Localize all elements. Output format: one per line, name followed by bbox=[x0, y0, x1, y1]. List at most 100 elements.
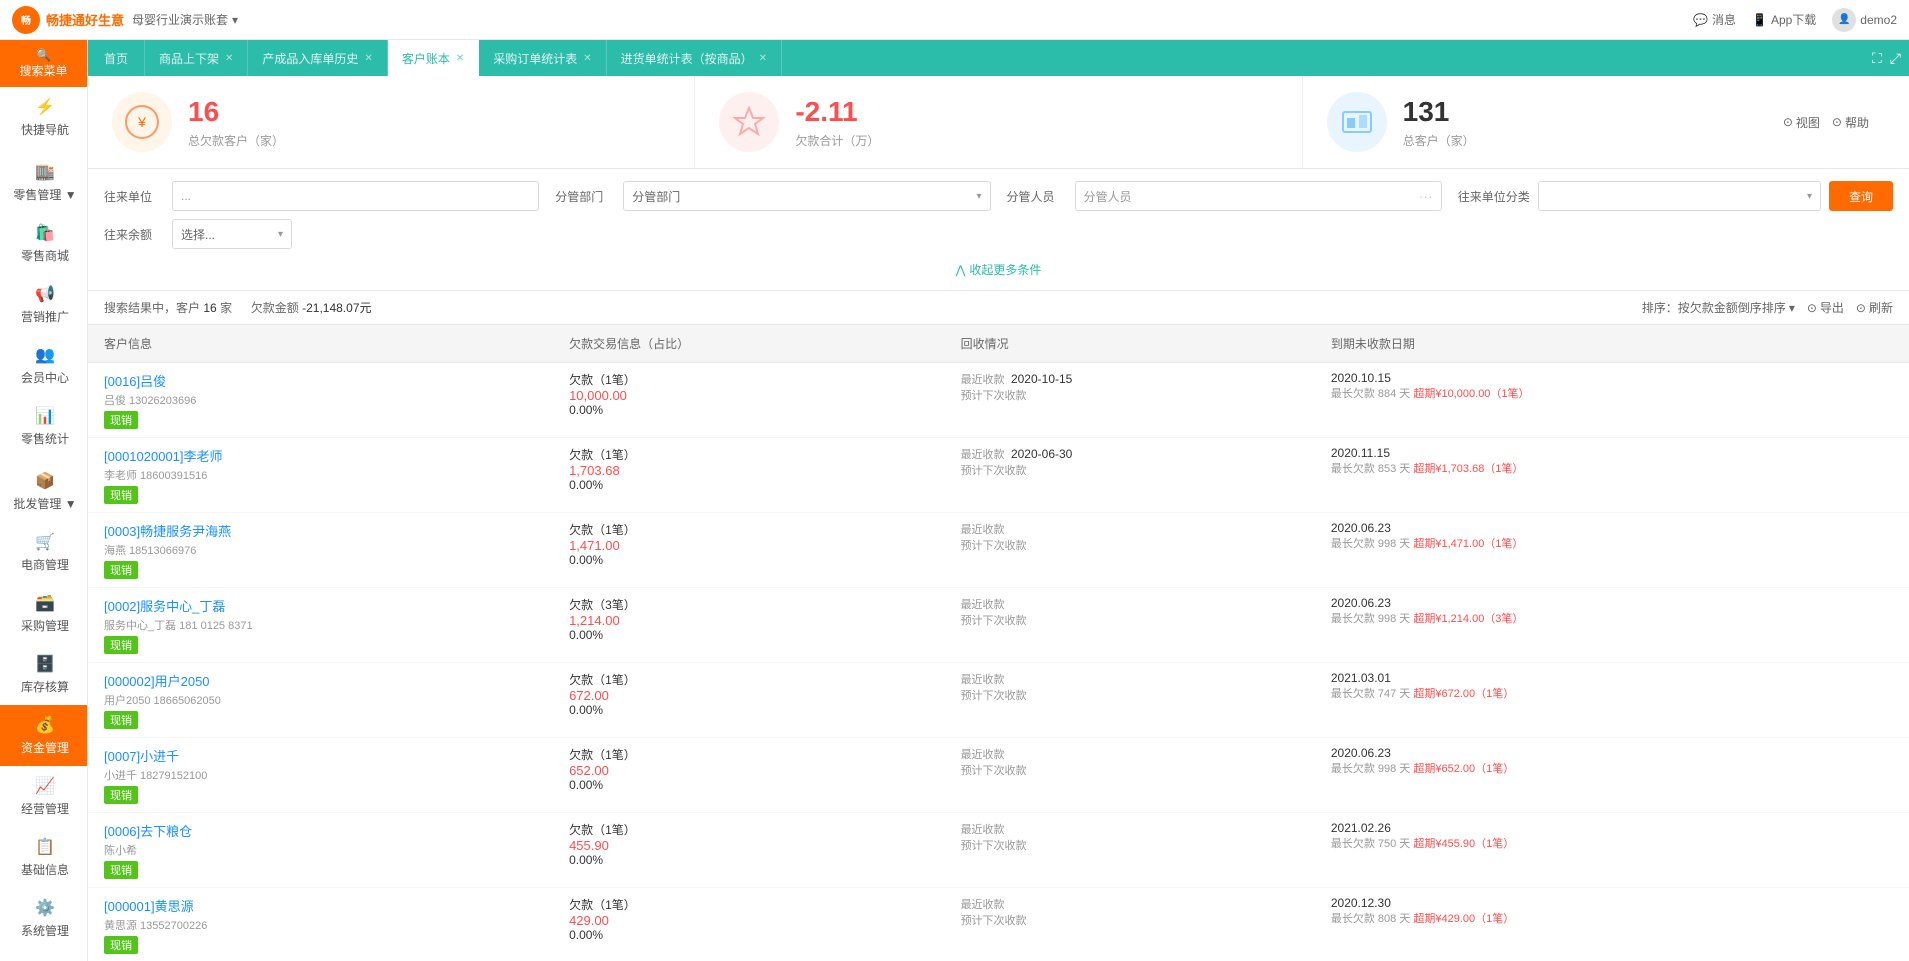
customer-tag-2: 现销 bbox=[104, 561, 138, 579]
debt-amount-6[interactable]: 455.90 bbox=[569, 838, 928, 853]
debt-amount-7[interactable]: 429.00 bbox=[569, 913, 928, 928]
company-selector[interactable]: 母婴行业演示账套 ▾ bbox=[132, 11, 238, 28]
sidebar-item-system[interactable]: ⚙️ 系统管理 bbox=[0, 888, 87, 949]
help-btn[interactable]: ⊙ 帮助 bbox=[1832, 114, 1869, 131]
sidebar-item-retail-mgmt[interactable]: 🏬 零售管理 ▼ bbox=[0, 152, 87, 213]
sidebar-item-basic-info[interactable]: 📋 基础信息 bbox=[0, 827, 87, 888]
collapse-btn[interactable]: ⋀ 收起更多条件 bbox=[956, 257, 1042, 282]
tab-goods-publish-close[interactable]: ✕ bbox=[225, 53, 233, 64]
sidebar-item-batch-mgmt[interactable]: 📦 批发管理 ▼ bbox=[0, 461, 87, 522]
sidebar-item-retail-stats[interactable]: 📊 零售统计 bbox=[0, 396, 87, 457]
customer-name-6[interactable]: [0006]去下粮仓 bbox=[104, 821, 537, 840]
tab-product-history-close[interactable]: ✕ bbox=[364, 53, 372, 64]
customer-name-1[interactable]: [0001020001]李老师 bbox=[104, 446, 537, 465]
overdue-info-1: 最长欠款 853 天 超期¥1,703.68（1笔） bbox=[1331, 460, 1893, 476]
view-btn[interactable]: ⊙ 视图 bbox=[1783, 114, 1820, 131]
debt-amount-1[interactable]: 1,703.68 bbox=[569, 463, 928, 478]
debt-amount-4[interactable]: 672.00 bbox=[569, 688, 928, 703]
filter-row-2: 往来余额 选择... ▾ bbox=[104, 219, 1893, 249]
debt-amount-2[interactable]: 1,471.00 bbox=[569, 538, 928, 553]
search-button[interactable]: 查询 bbox=[1829, 181, 1893, 211]
tab-goods-publish[interactable]: 商品上下架 ✕ bbox=[145, 40, 248, 76]
logo-icon: 畅 bbox=[12, 6, 40, 34]
customer-name-5[interactable]: [0007]小进千 bbox=[104, 746, 537, 765]
sort-select[interactable]: 排序：按欠款金额倒序排序 ▾ bbox=[1642, 299, 1795, 316]
cell-due-date-1: 2020.11.15 最长欠款 853 天 超期¥1,703.68（1笔） bbox=[1315, 438, 1909, 513]
sidebar-item-purchase[interactable]: 🗃️ 采购管理 bbox=[0, 583, 87, 644]
th-due-date: 到期未收款日期 bbox=[1315, 325, 1909, 363]
customer-sub-2: 海燕 18513066976 bbox=[104, 542, 537, 558]
tab-purchase-stats-close[interactable]: ✕ bbox=[759, 53, 767, 64]
tab-customer-account[interactable]: 客户账本 ✕ bbox=[388, 40, 479, 76]
category-chevron: ▾ bbox=[1807, 191, 1812, 202]
customer-tag-4: 现销 bbox=[104, 711, 138, 729]
overdue-link-0[interactable]: 超期¥10,000.00（1笔） bbox=[1413, 388, 1529, 400]
sidebar-item-enterprise-coop[interactable]: 🤝 企业协同 bbox=[0, 949, 87, 961]
customer-tag-1: 现销 bbox=[104, 486, 138, 504]
app-download-btn[interactable]: 📱 App下载 bbox=[1752, 11, 1816, 28]
tab-purchase-stats[interactable]: 进货单统计表（按商品） ✕ bbox=[607, 40, 782, 76]
category-select[interactable]: ▾ bbox=[1538, 181, 1821, 211]
next-collection-2: 预计下次收款 bbox=[961, 537, 1299, 553]
sort-chevron: ▾ bbox=[1789, 301, 1795, 315]
retail-stats-icon: 📊 bbox=[35, 406, 55, 426]
sidebar-item-quick-nav[interactable]: ⚡ 快捷导航 bbox=[0, 87, 87, 148]
debt-count-2: 欠款（1笔） bbox=[569, 521, 928, 538]
export-btn[interactable]: ⊙ 导出 bbox=[1807, 299, 1844, 316]
tab-product-history[interactable]: 产成品入库单历史 ✕ bbox=[248, 40, 387, 76]
cell-debt-3: 欠款（3笔） 1,214.00 0.00% bbox=[553, 588, 944, 663]
customer-name-4[interactable]: [000002]用户2050 bbox=[104, 671, 537, 690]
user-area[interactable]: 👤 demo2 bbox=[1832, 8, 1897, 32]
cell-customer-info-6: [0006]去下粮仓 陈小希 现销 bbox=[88, 813, 553, 888]
operations-label: 经营管理 bbox=[21, 800, 69, 817]
sidebar-item-retail-mall[interactable]: 🛍️ 零售商城 bbox=[0, 213, 87, 274]
customer-name-3[interactable]: [0002]服务中心_丁磊 bbox=[104, 596, 537, 615]
sidebar-item-ecommerce[interactable]: 🛒 电商管理 bbox=[0, 522, 87, 583]
balance-select[interactable]: 选择... ▾ bbox=[172, 219, 292, 249]
filter-balance: 往来余额 选择... ▾ bbox=[104, 219, 1893, 249]
overdue-link-6[interactable]: 超期¥455.90（1笔） bbox=[1413, 838, 1514, 850]
sidebar-search-btn[interactable]: 🔍 搜索菜单 bbox=[0, 40, 87, 87]
sidebar-item-member[interactable]: 👥 会员中心 bbox=[0, 335, 87, 396]
person-input[interactable]: 分管人员 ··· bbox=[1075, 181, 1442, 211]
tab-purchase-order-close[interactable]: ✕ bbox=[583, 53, 591, 64]
tab-home[interactable]: 首页 bbox=[88, 40, 145, 76]
customer-name-0[interactable]: [0016]吕俊 bbox=[104, 371, 537, 390]
dept-select[interactable]: 分管部门 ▾ bbox=[623, 181, 990, 211]
stat-value-total: 131 bbox=[1403, 95, 1475, 129]
overdue-link-7[interactable]: 超期¥429.00（1笔） bbox=[1413, 913, 1514, 925]
sidebar-item-capital[interactable]: 💰 资金管理 bbox=[0, 705, 87, 766]
debt-amount-5[interactable]: 652.00 bbox=[569, 763, 928, 778]
due-date-4: 2021.03.01 bbox=[1331, 671, 1893, 685]
overdue-link-5[interactable]: 超期¥652.00（1笔） bbox=[1413, 763, 1514, 775]
vendor-input[interactable]: ... bbox=[172, 181, 539, 211]
main-layout: 🔍 搜索菜单 ⚡ 快捷导航 🏬 零售管理 ▼ 🛍️ 零售商城 📢 营销推广 👥 … bbox=[0, 40, 1909, 961]
overdue-link-4[interactable]: 超期¥672.00（1笔） bbox=[1413, 688, 1514, 700]
sidebar-item-operations[interactable]: 📈 经营管理 bbox=[0, 766, 87, 827]
collection-label-2: 最近收款 bbox=[961, 521, 1299, 537]
view-label: 视图 bbox=[1796, 114, 1820, 131]
customer-name-2[interactable]: [0003]畅捷服务尹海燕 bbox=[104, 521, 537, 540]
refresh-btn[interactable]: ⊙ 刷新 bbox=[1856, 299, 1893, 316]
customer-name-7[interactable]: [000001]黄思源 bbox=[104, 896, 537, 915]
stat-content-total-debt: -2.11 欠款合计（万） bbox=[795, 95, 879, 150]
debt-amount-0[interactable]: 10,000.00 bbox=[569, 388, 928, 403]
overdue-link-1[interactable]: 超期¥1,703.68（1笔） bbox=[1413, 463, 1523, 475]
tab-collapse-icon[interactable]: ⛶ bbox=[1872, 50, 1882, 67]
next-collection-0: 预计下次收款 bbox=[961, 387, 1299, 403]
message-btn[interactable]: 💬 消息 bbox=[1693, 11, 1736, 28]
tab-customer-account-close[interactable]: ✕ bbox=[456, 53, 464, 64]
tab-expand-icon[interactable]: ⤢ bbox=[1890, 50, 1901, 67]
debt-amount-3[interactable]: 1,214.00 bbox=[569, 613, 928, 628]
sidebar-item-inventory[interactable]: 🗄️ 库存核算 bbox=[0, 644, 87, 705]
stat-label-debt: 总欠款客户（家） bbox=[188, 132, 284, 149]
overdue-link-3[interactable]: 超期¥1,214.00（3笔） bbox=[1413, 613, 1523, 625]
cell-collection-1: 最近收款 2020-06-30 预计下次收款 bbox=[945, 438, 1315, 513]
tab-purchase-order[interactable]: 采购订单统计表 ✕ bbox=[479, 40, 606, 76]
result-bar: 搜索结果中，客户 16 家 欠款金额 -21,148.07元 排序：按欠款金额倒… bbox=[88, 291, 1909, 325]
stat-right-actions: ⊙ 视图 ⊙ 帮助 bbox=[1783, 114, 1885, 131]
filter-person: 分管人员 分管人员 ··· bbox=[1007, 181, 1442, 211]
overdue-link-2[interactable]: 超期¥1,471.00（1笔） bbox=[1413, 538, 1523, 550]
table-row: [0007]小进千 小进千 18279152100 现销 欠款（1笔） 652.… bbox=[88, 738, 1909, 813]
sidebar-item-marketing[interactable]: 📢 营销推广 bbox=[0, 274, 87, 335]
